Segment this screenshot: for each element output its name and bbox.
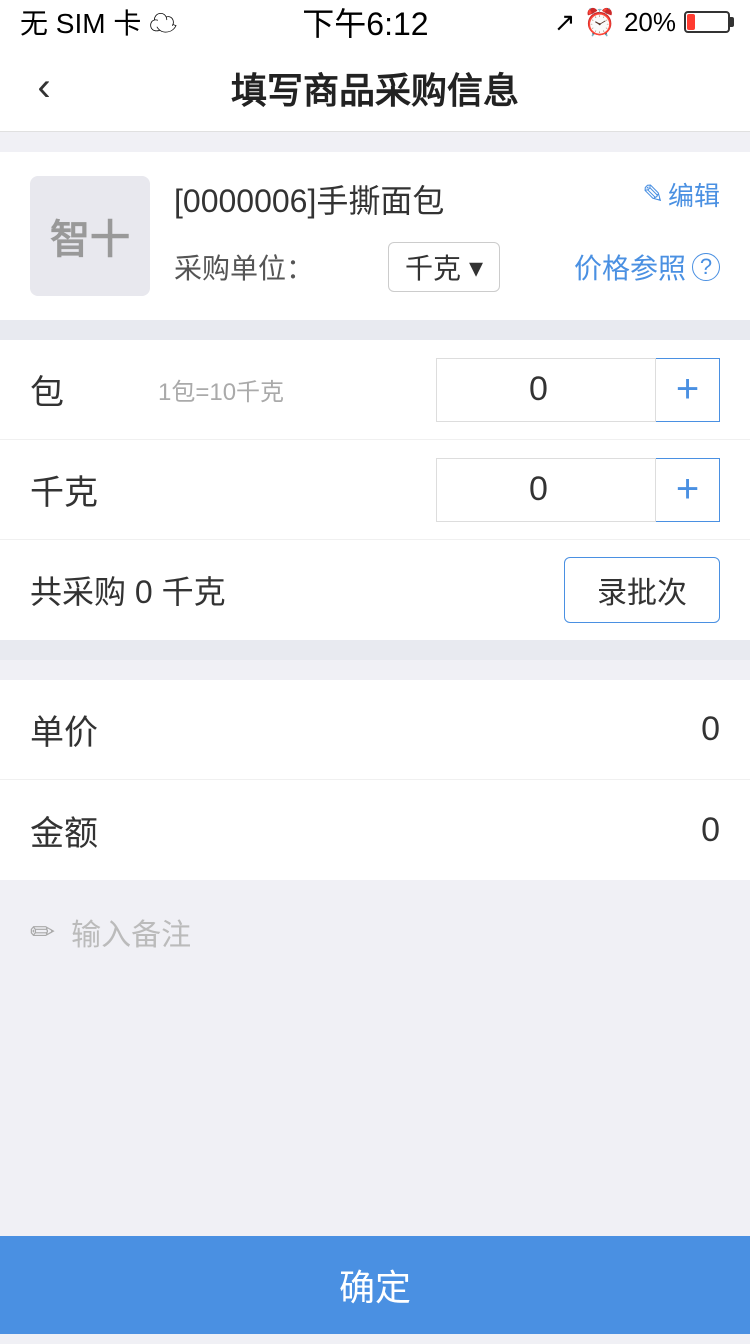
unit-price-label: 单价 [30,705,98,754]
bag-quantity-input-group: + [436,358,720,422]
confirm-button[interactable]: 确定 [0,1236,750,1334]
unit-price-value: 0 [701,710,720,749]
status-right: ↗ ⏰ 20% [554,7,730,38]
remark-placeholder: 输入备注 [71,910,191,954]
kg-row: 千克 + [0,440,750,540]
bag-label: 包 [30,365,150,414]
bag-plus-button[interactable]: + [656,358,720,422]
edit-icon: ✎ [642,179,664,210]
back-button[interactable]: ‹ [0,44,88,132]
dropdown-icon: ▾ [469,251,483,284]
unit-price-row: 单价 0 [0,680,750,780]
summary-text: 共采购 0 千克 [30,567,226,613]
battery-icon [684,11,730,33]
edit-button[interactable]: ✎ 编辑 [642,176,720,213]
bag-row: 包 1包=10千克 + [0,340,750,440]
price-ref-button[interactable]: 价格参照 ? [574,247,720,287]
page-title: 填写商品采购信息 [231,62,519,114]
price-section: 单价 0 金额 0 [0,680,750,880]
product-image: 智十 [30,176,150,296]
batch-button[interactable]: 录批次 [564,557,720,623]
unit-label: 采购单位： [174,247,314,287]
kg-quantity-input-group: + [436,458,720,522]
product-info: [0000006]手撕面包 ✎ 编辑 采购单位： 千克 ▾ 价格参照 ? [174,176,720,292]
amount-label: 金额 [30,806,98,855]
status-bar: 无 SIM 卡 ☁ 下午6:12 ↗ ⏰ 20% [0,0,750,44]
status-left: 无 SIM 卡 ☁ [20,2,177,42]
battery-percent: 20% [624,7,676,38]
product-name: [0000006]手撕面包 [174,176,444,222]
kg-label: 千克 [30,465,150,514]
kg-plus-button[interactable]: + [656,458,720,522]
remark-section[interactable]: ✏ 输入备注 [0,880,750,984]
amount-value: 0 [701,811,720,850]
nav-bar: ‹ 填写商品采购信息 [0,44,750,132]
location-icon: ↗ [554,7,576,38]
amount-row: 金额 0 [0,780,750,880]
summary-row: 共采购 0 千克 录批次 [0,540,750,640]
help-icon: ? [692,253,720,281]
product-card: 智十 [0000006]手撕面包 ✎ 编辑 采购单位： 千克 ▾ 价格参照 ? [0,152,750,320]
alarm-icon: ⏰ [584,7,616,38]
divider-1 [0,320,750,340]
unit-value: 千克 [405,247,461,287]
edit-label: 编辑 [668,176,720,213]
bag-quantity-input[interactable] [436,358,656,422]
kg-quantity-input[interactable] [436,458,656,522]
no-sim-label: 无 SIM 卡 ☁ [20,2,177,42]
price-ref-label: 价格参照 [574,247,686,287]
quantity-section: 包 1包=10千克 + 千克 + [0,340,750,540]
pencil-icon: ✏ [30,915,55,950]
status-time: 下午6:12 [302,0,428,45]
divider-2 [0,640,750,660]
unit-select[interactable]: 千克 ▾ [388,242,500,292]
product-logo-text: 智十 [50,207,130,265]
bag-sublabel: 1包=10千克 [158,372,284,407]
